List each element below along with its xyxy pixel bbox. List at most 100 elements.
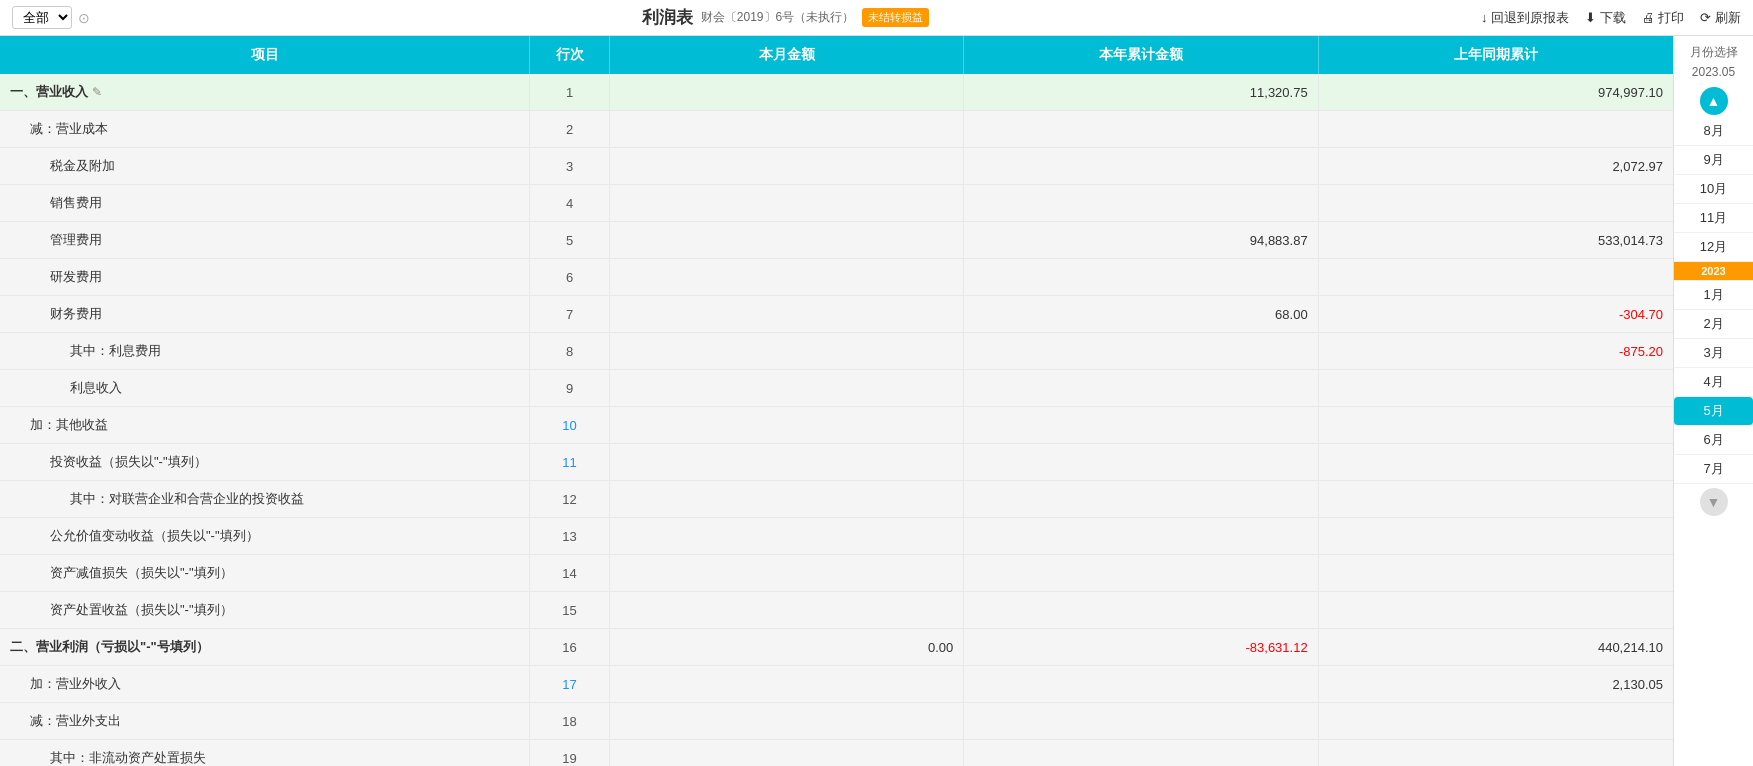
scope-select[interactable]: 全部	[12, 6, 72, 29]
item-label-cell: 加：其他收益	[0, 407, 530, 443]
year-amount	[964, 555, 1318, 591]
row-number: 9	[530, 370, 610, 406]
year-amount	[964, 259, 1318, 295]
year-amount: -83,631.12	[964, 629, 1318, 665]
sidebar-month-item[interactable]: 7月	[1674, 455, 1753, 484]
sidebar-nav-down[interactable]: ▼	[1700, 488, 1728, 516]
item-label-cell: 销售费用	[0, 185, 530, 221]
row-number: 19	[530, 740, 610, 766]
year-amount	[964, 703, 1318, 739]
item-label-cell: 一、营业收入✎	[0, 74, 530, 110]
sidebar-month-item[interactable]: 1月	[1674, 281, 1753, 310]
sidebar-month-item[interactable]: 12月	[1674, 233, 1753, 262]
year-amount	[964, 333, 1318, 369]
sidebar-month-list: 8月9月10月11月12月20231月2月3月4月5月6月7月	[1674, 117, 1753, 484]
year-amount: 68.00	[964, 296, 1318, 332]
nav-back-button[interactable]: ↓ 回退到原报表	[1481, 9, 1569, 27]
refresh-button[interactable]: ⟳ 刷新	[1700, 9, 1741, 27]
month-amount	[610, 407, 964, 443]
sidebar-month-item[interactable]: 6月	[1674, 426, 1753, 455]
top-bar: 全部 ⊙ 利润表 财会〔2019〕6号（未执行） 未结转损益 ↓ 回退到原报表 …	[0, 0, 1753, 36]
last-year-amount: 440,214.10	[1319, 629, 1673, 665]
table-row: 其中：对联营企业和合营企业的投资收益12	[0, 481, 1673, 518]
last-year-amount	[1319, 740, 1673, 766]
last-year-amount	[1319, 555, 1673, 591]
sidebar-month-item[interactable]: 11月	[1674, 204, 1753, 233]
table-row: 公允价值变动收益（损失以"-"填列）13	[0, 518, 1673, 555]
row-number: 10	[530, 407, 610, 443]
table-row: 其中：非流动资产处置损失19	[0, 740, 1673, 766]
row-number: 16	[530, 629, 610, 665]
item-label-cell: 管理费用	[0, 222, 530, 258]
last-year-amount	[1319, 111, 1673, 147]
col-item: 项目	[0, 36, 530, 74]
table-row: 研发费用6	[0, 259, 1673, 296]
sidebar-month-item[interactable]: 4月	[1674, 368, 1753, 397]
month-amount	[610, 259, 964, 295]
sidebar-nav-up[interactable]: ▲	[1700, 87, 1728, 115]
row-number: 3	[530, 148, 610, 184]
year-amount: 11,320.75	[964, 74, 1318, 110]
sidebar-month-item[interactable]: 2023	[1674, 262, 1753, 281]
month-amount	[610, 518, 964, 554]
col-row-num: 行次	[530, 36, 610, 74]
last-year-amount	[1319, 481, 1673, 517]
year-amount	[964, 592, 1318, 628]
month-amount	[610, 740, 964, 766]
sidebar-month-item[interactable]: 3月	[1674, 339, 1753, 368]
last-year-amount: 533,014.73	[1319, 222, 1673, 258]
row-number: 7	[530, 296, 610, 332]
item-label-cell: 投资收益（损失以"-"填列）	[0, 444, 530, 480]
row-number: 5	[530, 222, 610, 258]
last-year-amount: 2,130.05	[1319, 666, 1673, 702]
table-row: 加：其他收益10	[0, 407, 1673, 444]
top-bar-center: 利润表 财会〔2019〕6号（未执行） 未结转损益	[642, 6, 929, 29]
item-label-cell: 资产减值损失（损失以"-"填列）	[0, 555, 530, 591]
sidebar-month-item[interactable]: 9月	[1674, 146, 1753, 175]
year-amount	[964, 444, 1318, 480]
item-label-cell: 加：营业外收入	[0, 666, 530, 702]
sidebar-month-item[interactable]: 8月	[1674, 117, 1753, 146]
help-icon[interactable]: ⊙	[78, 10, 90, 26]
row-number: 8	[530, 333, 610, 369]
row-number: 11	[530, 444, 610, 480]
last-year-amount	[1319, 185, 1673, 221]
year-amount	[964, 518, 1318, 554]
sidebar-month-item[interactable]: 10月	[1674, 175, 1753, 204]
sidebar-month-item[interactable]: 5月	[1674, 397, 1753, 426]
download-button[interactable]: ⬇ 下载	[1585, 9, 1626, 27]
item-label-cell: 资产处置收益（损失以"-"填列）	[0, 592, 530, 628]
col-current-month: 本月金额	[610, 36, 964, 74]
month-amount	[610, 703, 964, 739]
table-row: 二、营业利润（亏损以"-"号填列）160.00-83,631.12440,214…	[0, 629, 1673, 666]
sidebar-month-item[interactable]: 2月	[1674, 310, 1753, 339]
month-amount	[610, 111, 964, 147]
item-label-cell: 其中：利息费用	[0, 333, 530, 369]
last-year-amount	[1319, 407, 1673, 443]
table-row: 利息收入9	[0, 370, 1673, 407]
main-layout: 项目 行次 本月金额 本年累计金额 上年同期累计 一、营业收入✎111,320.…	[0, 36, 1753, 766]
month-amount	[610, 148, 964, 184]
item-label-cell: 税金及附加	[0, 148, 530, 184]
month-amount	[610, 74, 964, 110]
item-label-cell: 其中：非流动资产处置损失	[0, 740, 530, 766]
row-number: 17	[530, 666, 610, 702]
month-amount	[610, 296, 964, 332]
month-amount	[610, 666, 964, 702]
table-row: 管理费用5 94,883.87533,014.73	[0, 222, 1673, 259]
table-row: 税金及附加32,072.97	[0, 148, 1673, 185]
row-number: 18	[530, 703, 610, 739]
item-label-cell: 减：营业成本	[0, 111, 530, 147]
sidebar-year: 2023.05	[1692, 65, 1735, 79]
table-row: 减：营业成本2	[0, 111, 1673, 148]
edit-icon[interactable]: ✎	[92, 85, 102, 99]
row-number: 4	[530, 185, 610, 221]
year-amount: 94,883.87	[964, 222, 1318, 258]
print-button[interactable]: 🖨 打印	[1642, 9, 1685, 27]
item-label-cell: 利息收入	[0, 370, 530, 406]
month-amount	[610, 555, 964, 591]
sidebar: 月份选择 2023.05 ▲ 8月9月10月11月12月20231月2月3月4月…	[1673, 36, 1753, 766]
row-number: 15	[530, 592, 610, 628]
table-row: 资产处置收益（损失以"-"填列）15	[0, 592, 1673, 629]
month-amount	[610, 333, 964, 369]
